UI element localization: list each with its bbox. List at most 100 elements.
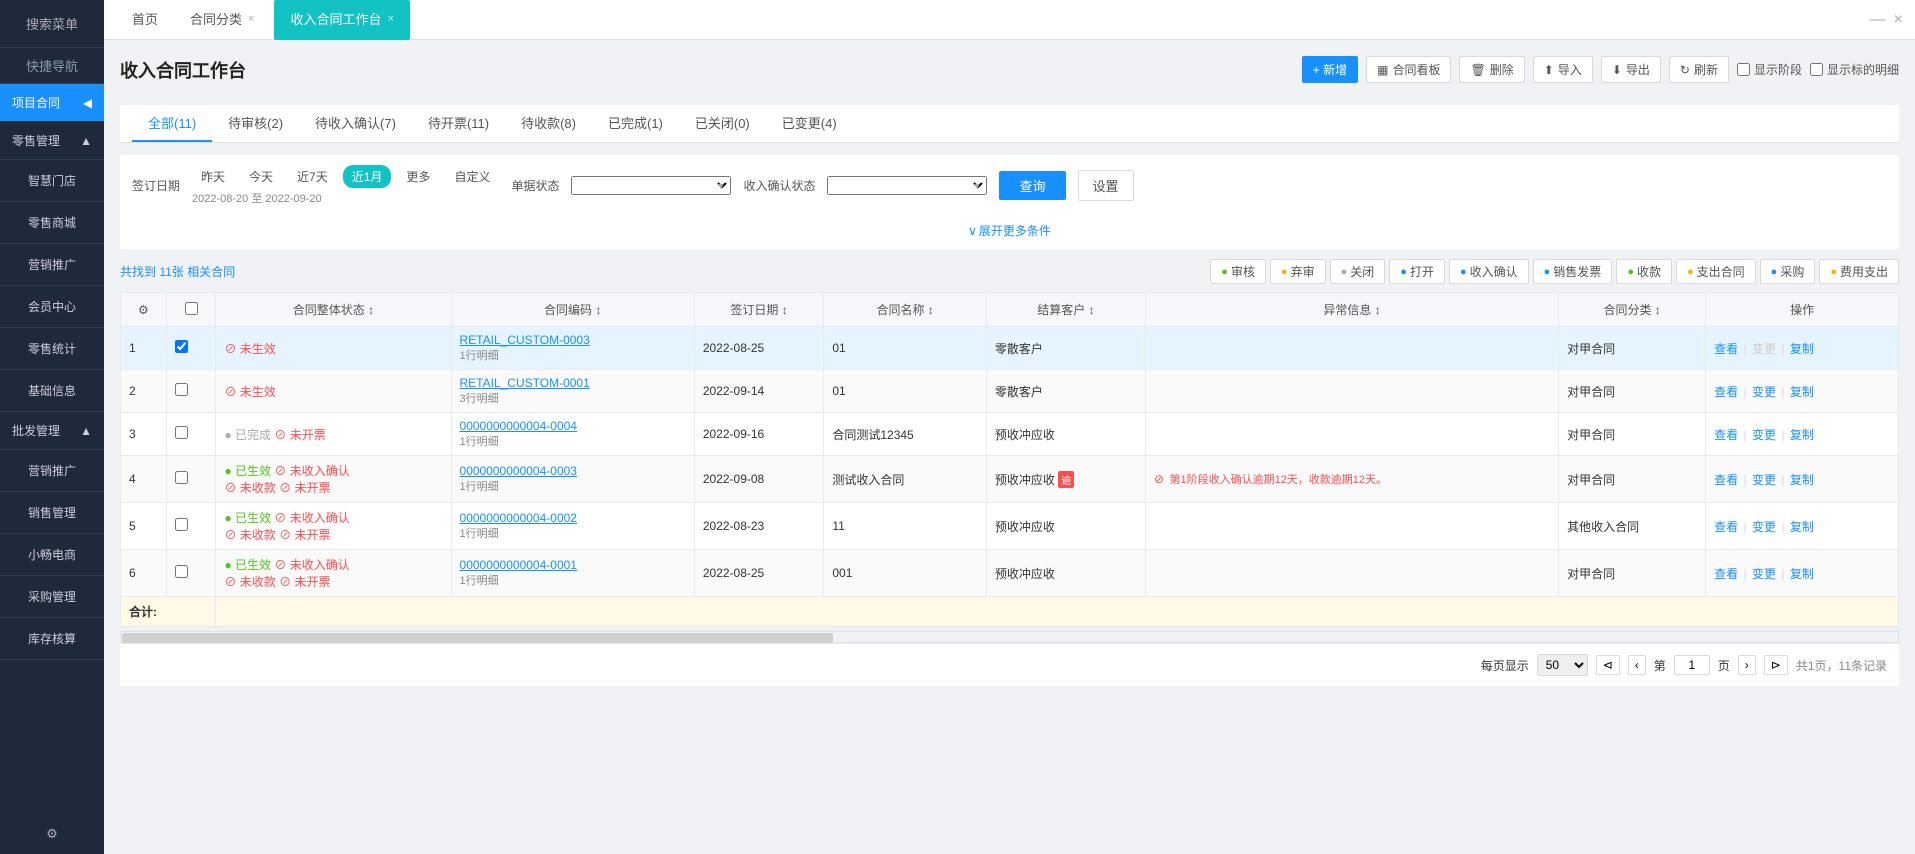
copy-link[interactable]: 复制 [1790, 520, 1814, 534]
col-settings[interactable]: ⚙ [121, 293, 167, 327]
expense-contract-button[interactable]: ● 支出合同 [1676, 259, 1756, 284]
sidebar-item-retail-mgmt[interactable]: 零售管理 ▲ [0, 122, 104, 160]
tab-close-income-workbench[interactable]: × [387, 13, 393, 25]
select-all-checkbox[interactable] [185, 302, 198, 315]
purchase-button[interactable]: ● 采购 [1760, 259, 1816, 284]
status-tab-pending-confirm[interactable]: 待收入确认(7) [299, 105, 412, 142]
export-button[interactable]: ⬇ 导出 [1601, 56, 1661, 83]
row-select-4[interactable] [175, 471, 188, 484]
contract-code-link[interactable]: 0000000000004-0001 [460, 558, 686, 572]
status-tab-changed[interactable]: 已变更(4) [766, 105, 853, 142]
page-size-select[interactable]: 50 20 100 [1537, 654, 1588, 676]
expense-out-button[interactable]: ● 费用支出 [1819, 259, 1899, 284]
contract-code-link[interactable]: 0000000000004-0004 [460, 419, 686, 433]
sidebar-item-retail-mall[interactable]: 零售商城 [0, 202, 104, 244]
show-stages-input[interactable] [1737, 63, 1750, 76]
date-btn-1month[interactable]: 近1月 [343, 165, 392, 188]
date-btn-yesterday[interactable]: 昨天 [192, 165, 234, 188]
sidebar-item-sales-mgmt[interactable]: 销售管理 [0, 492, 104, 534]
row-checkbox[interactable] [166, 327, 216, 370]
sidebar-item-smart-store[interactable]: 智慧门店 [0, 160, 104, 202]
edit-link[interactable]: 变更 [1752, 342, 1776, 356]
row-select-2[interactable] [175, 383, 188, 396]
sidebar-search-label[interactable]: 搜索菜单 [0, 0, 104, 48]
collect-button[interactable]: ● 收款 [1616, 259, 1672, 284]
sidebar-item-purchase[interactable]: 采购管理 [0, 576, 104, 618]
edit-link[interactable]: 变更 [1752, 567, 1776, 581]
abandon-button[interactable]: ● 弃审 [1270, 259, 1326, 284]
sidebar-item-member[interactable]: 会员中心 [0, 286, 104, 328]
sidebar-item-inventory[interactable]: 库存核算 [0, 618, 104, 660]
sidebar-item-batch-mgmt[interactable]: 批发管理 ▲ [0, 412, 104, 450]
close-contract-button[interactable]: ● 关闭 [1330, 259, 1386, 284]
delete-button[interactable]: 🗑 删除 [1459, 56, 1524, 83]
col-customer[interactable]: 结算客户 ↕ [986, 293, 1145, 327]
tab-home[interactable]: 首页 [116, 0, 174, 40]
refresh-button[interactable]: ↻ 刷新 [1669, 56, 1729, 83]
show-detail-input[interactable] [1810, 63, 1823, 76]
sidebar-nav-label[interactable]: 快捷导航 [0, 48, 104, 84]
status-tab-pending-payment[interactable]: 待收款(8) [505, 105, 592, 142]
page-number-input[interactable] [1674, 655, 1710, 675]
sidebar-item-mkt-promo2[interactable]: 营销推广 [0, 450, 104, 492]
prev-page-button[interactable]: ‹ [1628, 655, 1646, 675]
next-page-button[interactable]: › [1738, 655, 1756, 675]
sales-invoice-button[interactable]: ● 销售发票 [1533, 259, 1613, 284]
close-window-icon[interactable]: × [1894, 11, 1903, 29]
col-checkbox[interactable] [166, 293, 216, 327]
show-stages-checkbox[interactable]: 显示阶段 [1737, 61, 1802, 78]
kanban-button[interactable]: ▦ 合同看板 [1366, 56, 1451, 83]
copy-link[interactable]: 复制 [1790, 428, 1814, 442]
view-link[interactable]: 查看 [1714, 473, 1738, 487]
open-button[interactable]: ● 打开 [1389, 259, 1445, 284]
date-btn-today[interactable]: 今天 [240, 165, 282, 188]
col-date[interactable]: 签订日期 ↕ [694, 293, 824, 327]
date-btn-more[interactable]: 更多 [397, 165, 439, 188]
copy-link[interactable]: 复制 [1790, 342, 1814, 356]
contract-code-link[interactable]: RETAIL_CUSTOM-0003 [460, 333, 686, 347]
view-link[interactable]: 查看 [1714, 520, 1738, 534]
first-page-button[interactable]: ⊲ [1596, 655, 1620, 675]
review-button[interactable]: ● 审核 [1210, 259, 1266, 284]
row-checkbox[interactable] [166, 550, 216, 597]
setting-button[interactable]: 设置 [1078, 170, 1134, 201]
status-tab-pending-invoice[interactable]: 待开票(11) [412, 105, 505, 142]
edit-link[interactable]: 变更 [1752, 428, 1776, 442]
income-confirm-button[interactable]: ● 收入确认 [1449, 259, 1529, 284]
row-select-3[interactable] [175, 426, 188, 439]
add-button[interactable]: + 新增 [1302, 56, 1358, 83]
status-tab-closed[interactable]: 已关闭(0) [679, 105, 766, 142]
income-confirm-select[interactable] [827, 176, 987, 195]
row-checkbox[interactable] [166, 456, 216, 503]
tab-income-workbench[interactable]: 收入合同工作台 × [274, 0, 409, 40]
col-anomaly[interactable]: 异常信息 ↕ [1146, 293, 1559, 327]
contract-code-link[interactable]: 0000000000004-0002 [460, 511, 686, 525]
date-btn-7days[interactable]: 近7天 [288, 165, 337, 188]
row-select-6[interactable] [175, 565, 188, 578]
col-code[interactable]: 合同编码 ↕ [451, 293, 694, 327]
import-button[interactable]: ⬆ 导入 [1533, 56, 1593, 83]
tab-close-contract-category[interactable]: × [248, 13, 254, 25]
contract-code-link[interactable]: RETAIL_CUSTOM-0001 [460, 376, 686, 390]
row-select-5[interactable] [175, 518, 188, 531]
row-select-1[interactable] [175, 340, 188, 353]
show-detail-checkbox[interactable]: 显示标的明细 [1810, 61, 1899, 78]
view-link[interactable]: 查看 [1714, 342, 1738, 356]
view-link[interactable]: 查看 [1714, 385, 1738, 399]
copy-link[interactable]: 复制 [1790, 567, 1814, 581]
col-category[interactable]: 合同分类 ↕ [1559, 293, 1706, 327]
row-checkbox[interactable] [166, 503, 216, 550]
minimize-icon[interactable]: — [1870, 11, 1886, 29]
sidebar-item-retail-stat[interactable]: 零售统计 [0, 328, 104, 370]
last-page-button[interactable]: ⊳ [1764, 655, 1788, 675]
copy-link[interactable]: 复制 [1790, 385, 1814, 399]
edit-link[interactable]: 变更 [1752, 385, 1776, 399]
row-checkbox[interactable] [166, 413, 216, 456]
sidebar-item-xiaochang[interactable]: 小畅电商 [0, 534, 104, 576]
status-tab-completed[interactable]: 已完成(1) [592, 105, 679, 142]
tab-contract-category[interactable]: 合同分类 × [174, 0, 270, 40]
sidebar-settings-button[interactable]: ⚙ [0, 814, 104, 854]
date-btn-custom[interactable]: 自定义 [445, 165, 499, 188]
sidebar-item-project[interactable]: 项目合同 ◀ [0, 84, 104, 122]
sidebar-item-basic-info[interactable]: 基础信息 [0, 370, 104, 412]
